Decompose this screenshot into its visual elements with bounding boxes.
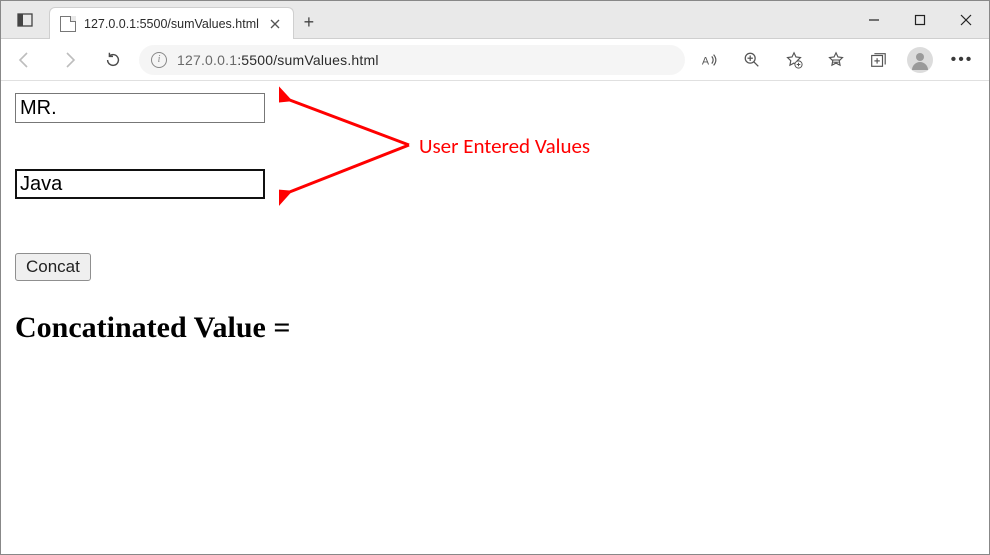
- maximize-icon: [914, 14, 926, 26]
- url-text: 127.0.0.1:5500/sumValues.html: [177, 52, 379, 68]
- new-tab-icon: +: [304, 12, 315, 33]
- url-host: 127.0.0.1: [177, 52, 237, 68]
- read-aloud-icon: A: [701, 51, 719, 69]
- close-tab-button[interactable]: [267, 16, 283, 32]
- page-content: Concat Concatinated Value = User Entered…: [1, 81, 989, 554]
- close-window-icon: [960, 14, 972, 26]
- favorites-add-button[interactable]: [777, 44, 811, 76]
- browser-window: 127.0.0.1:5500/sumValues.html +: [0, 0, 990, 555]
- more-icon: •••: [951, 51, 974, 69]
- favorites-icon: [827, 51, 845, 69]
- page-icon: [60, 16, 76, 32]
- title-bar: 127.0.0.1:5500/sumValues.html +: [1, 1, 989, 39]
- close-tab-icon: [270, 19, 280, 29]
- info-icon: i: [151, 52, 167, 68]
- result-heading: Concatinated Value =: [15, 311, 975, 345]
- concat-button[interactable]: Concat: [15, 253, 91, 281]
- address-field[interactable]: i 127.0.0.1:5500/sumValues.html: [139, 45, 685, 75]
- url-path: :5500/sumValues.html: [237, 52, 378, 68]
- profile-icon: [907, 47, 933, 73]
- profile-button[interactable]: [903, 44, 937, 76]
- favorites-add-icon: [785, 51, 803, 69]
- collections-button[interactable]: [861, 44, 895, 76]
- back-icon: [15, 50, 35, 70]
- forward-icon: [59, 50, 79, 70]
- input-2[interactable]: [15, 169, 265, 199]
- tab-title: 127.0.0.1:5500/sumValues.html: [84, 17, 259, 31]
- read-aloud-button[interactable]: A: [693, 44, 727, 76]
- zoom-button[interactable]: [735, 44, 769, 76]
- zoom-icon: [743, 51, 761, 69]
- refresh-button[interactable]: [95, 44, 131, 76]
- new-tab-button[interactable]: +: [294, 7, 324, 38]
- maximize-button[interactable]: [897, 1, 943, 38]
- forward-button[interactable]: [51, 44, 87, 76]
- close-window-button[interactable]: [943, 1, 989, 38]
- svg-text:A: A: [702, 55, 710, 67]
- minimize-button[interactable]: [851, 1, 897, 38]
- browser-tab[interactable]: 127.0.0.1:5500/sumValues.html: [49, 7, 294, 39]
- back-button[interactable]: [7, 44, 43, 76]
- input-1[interactable]: [15, 93, 265, 123]
- address-bar: i 127.0.0.1:5500/sumValues.html A •••: [1, 39, 989, 81]
- more-button[interactable]: •••: [945, 44, 979, 76]
- favorites-button[interactable]: [819, 44, 853, 76]
- collections-icon: [869, 51, 887, 69]
- tab-actions-icon: [17, 13, 33, 27]
- refresh-icon: [104, 51, 122, 69]
- minimize-icon: [868, 14, 880, 26]
- tab-actions-button[interactable]: [1, 1, 49, 38]
